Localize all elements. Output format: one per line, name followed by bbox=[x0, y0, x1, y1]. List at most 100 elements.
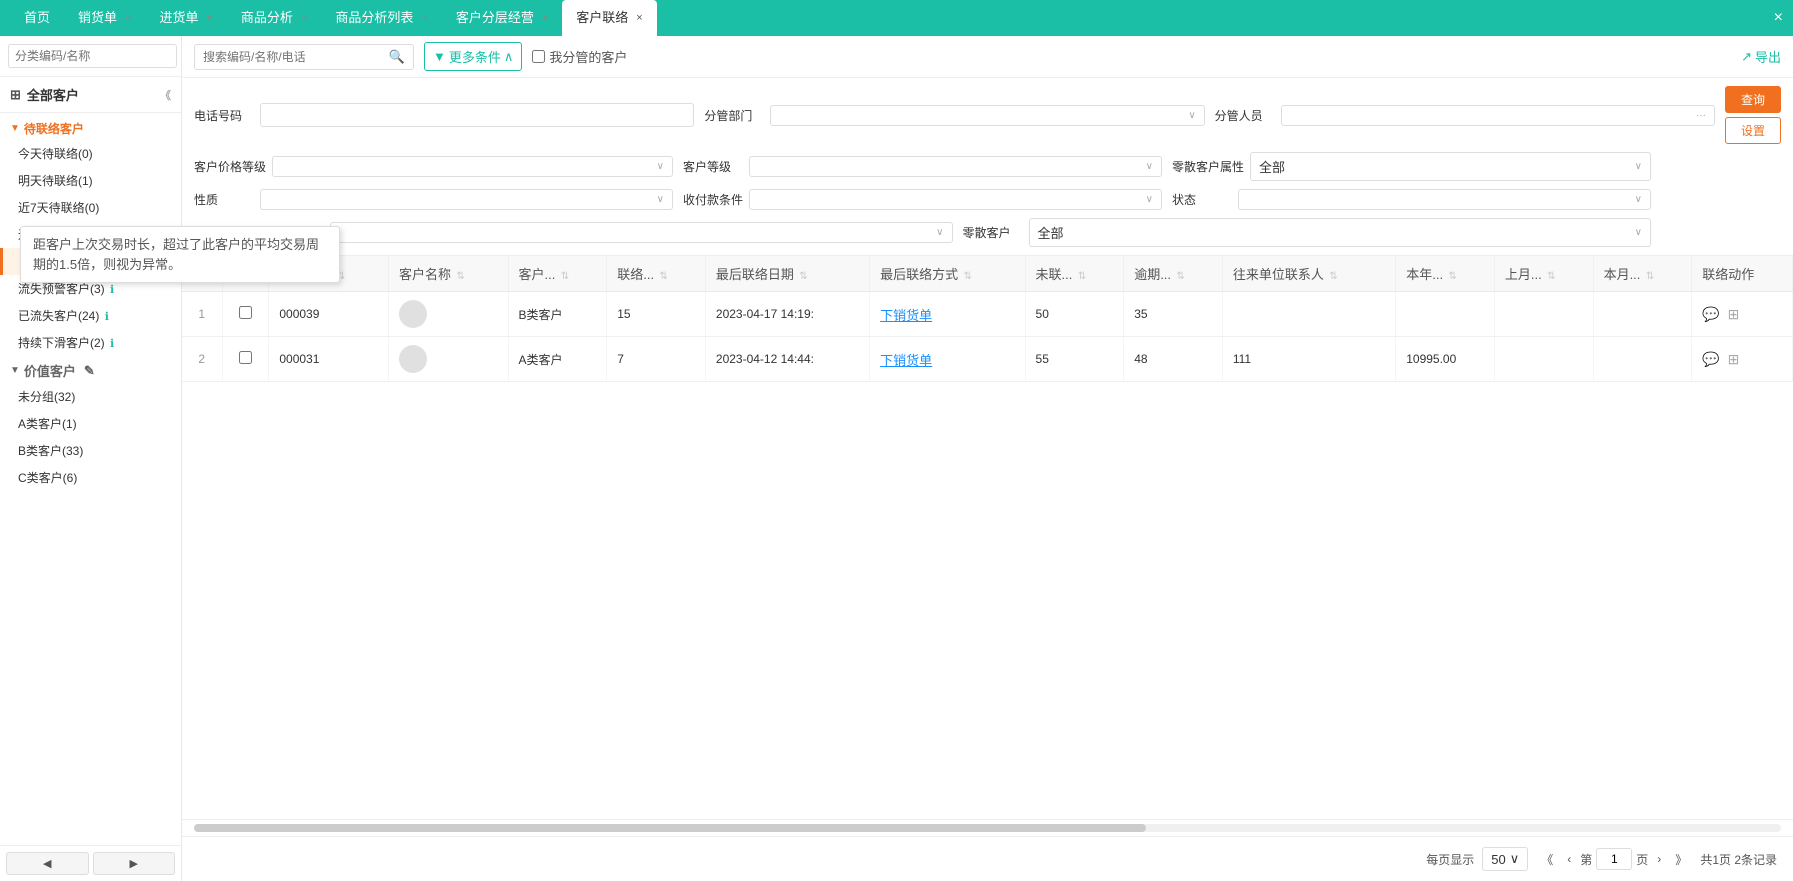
sidebar-item-ungrouped[interactable]: 未分组(32) bbox=[0, 383, 181, 410]
nav-tab-product-analysis-list[interactable]: 商品分析列表 × bbox=[321, 0, 441, 36]
last-page-button[interactable]: 》 bbox=[1670, 849, 1692, 870]
customer-type-cell: 客户类型 ∨ bbox=[264, 222, 953, 243]
prev-page-button[interactable]: ‹ bbox=[1562, 850, 1576, 868]
action-grid-icon-2[interactable]: ⊞ bbox=[1728, 351, 1740, 368]
price-level-select[interactable]: ∨ bbox=[272, 156, 673, 177]
th-action: 联络动作 bbox=[1692, 256, 1793, 292]
sidebar: 🔍 ⊞ 全部客户 《 待联络客户 今天待联络(0) 明天待联络(1) 近7天待联… bbox=[0, 36, 182, 881]
main-search-icon[interactable]: 🔍 bbox=[389, 49, 405, 65]
edit-value-group-icon[interactable]: ✎ bbox=[84, 363, 95, 379]
customer-type-select[interactable]: ∨ bbox=[330, 222, 953, 243]
sidebar-item-class-b[interactable]: B类客户(33) bbox=[0, 437, 181, 464]
close-customer-tier-icon[interactable]: × bbox=[542, 0, 548, 36]
nav-tab-product-analysis[interactable]: 商品分析 × bbox=[227, 0, 321, 36]
nav-tab-home[interactable]: 首页 bbox=[10, 0, 64, 36]
query-button[interactable]: 查询 bbox=[1725, 86, 1781, 113]
row-way-link-1[interactable]: 下销货单 bbox=[880, 308, 932, 323]
sidebar-right-btn[interactable]: ▶ bbox=[93, 852, 176, 875]
sort-level-icon[interactable]: ⇅ bbox=[561, 271, 569, 282]
sort-way-icon[interactable]: ⇅ bbox=[963, 271, 971, 282]
action-grid-icon-1[interactable]: ⊞ bbox=[1728, 306, 1740, 323]
scroll-thumb[interactable] bbox=[194, 824, 1146, 832]
th-contact-person: 往来单位联系人 ⇅ bbox=[1222, 256, 1395, 292]
gender-chevron-icon: ∨ bbox=[657, 194, 664, 205]
close-product-analysis-list-icon[interactable]: × bbox=[421, 0, 427, 36]
sidebar-item-tomorrow[interactable]: 明天待联络(1) bbox=[0, 167, 181, 194]
filter-actions: 查询 设置 bbox=[1725, 86, 1781, 144]
settings-button[interactable]: 设置 bbox=[1725, 117, 1781, 144]
th-last-month: 上月... ⇅ bbox=[1494, 256, 1593, 292]
sort-contact-icon[interactable]: ⇅ bbox=[659, 271, 667, 282]
filter-row-1: 电话号码 分管部门 ∨ 分管人员 ··· bbox=[194, 86, 1781, 144]
nav-tab-customer-contact[interactable]: 客户联络 × bbox=[562, 0, 656, 36]
action-chat-icon-1[interactable]: 💬 bbox=[1702, 306, 1719, 323]
nav-tab-customer-tier[interactable]: 客户分层经营 × bbox=[442, 0, 562, 36]
gender-cell: 性质 ∨ bbox=[194, 189, 673, 210]
sort-overdue-icon[interactable]: ⇅ bbox=[1176, 271, 1184, 282]
sort-this-month-icon[interactable]: ⇅ bbox=[1646, 271, 1654, 282]
sort-name-icon[interactable]: ⇅ bbox=[456, 271, 464, 282]
dept-filter-cell: 分管部门 ∨ bbox=[704, 105, 1204, 126]
my-customers-checkbox-label[interactable]: 我分管的客户 bbox=[532, 47, 627, 66]
sort-last-month-icon[interactable]: ⇅ bbox=[1547, 271, 1555, 282]
all-customers-header[interactable]: ⊞ 全部客户 《 bbox=[0, 77, 181, 113]
horizontal-scrollbar[interactable] bbox=[182, 819, 1793, 836]
avatar-2 bbox=[399, 345, 427, 373]
sort-date-icon[interactable]: ⇅ bbox=[799, 271, 807, 282]
category-search-input[interactable] bbox=[8, 44, 177, 68]
close-purchase-icon[interactable]: × bbox=[206, 0, 212, 36]
sidebar-item-class-c[interactable]: C类客户(6) bbox=[0, 464, 181, 491]
next-page-button[interactable]: › bbox=[1652, 850, 1666, 868]
dept-select[interactable]: ∨ bbox=[770, 105, 1204, 126]
customer-table: ⚙ 客户编码 ⇅ 客户名称 ⇅ bbox=[182, 256, 1793, 382]
sort-person-icon[interactable]: ⇅ bbox=[1329, 271, 1337, 282]
row-select-1[interactable] bbox=[239, 306, 252, 319]
sort-unreply-icon[interactable]: ⇅ bbox=[1078, 271, 1086, 282]
row-date-1: 2023-04-17 14:19: bbox=[705, 292, 869, 337]
sidebar-item-declining[interactable]: 持续下滑客户(2) ℹ bbox=[0, 329, 181, 356]
sidebar-item-churned[interactable]: 已流失客户(24) ℹ bbox=[0, 302, 181, 329]
export-button[interactable]: ↗ 导出 bbox=[1741, 47, 1781, 66]
person-select[interactable]: ··· bbox=[1281, 105, 1715, 126]
action-chat-icon-2[interactable]: 💬 bbox=[1702, 351, 1719, 368]
more-conditions-btn[interactable]: ▼ 更多条件 ∧ bbox=[424, 42, 522, 71]
first-page-button[interactable]: 《 bbox=[1536, 849, 1558, 870]
chevron-down-icon: ∧ bbox=[504, 49, 514, 65]
close-customer-contact-icon[interactable]: × bbox=[636, 0, 642, 36]
row-way-link-2[interactable]: 下销货单 bbox=[880, 353, 932, 368]
status-select[interactable]: ∨ bbox=[1238, 189, 1651, 210]
row-code-1: 000039 bbox=[269, 292, 389, 337]
retail-customer-select[interactable]: 全部 ∨ bbox=[1029, 218, 1652, 247]
sidebar-item-class-a[interactable]: A类客户(1) bbox=[0, 410, 181, 437]
main-search-input[interactable] bbox=[203, 50, 385, 64]
row-index-2: 2 bbox=[182, 337, 222, 382]
row-action-2: 💬 ⊞ bbox=[1692, 337, 1793, 382]
page-number-input[interactable] bbox=[1596, 848, 1632, 870]
phone-input[interactable] bbox=[260, 103, 694, 127]
sidebar-item-today[interactable]: 今天待联络(0) bbox=[0, 140, 181, 167]
row-select-2[interactable] bbox=[239, 351, 252, 364]
close-sales-icon[interactable]: × bbox=[125, 0, 131, 36]
close-product-analysis-icon[interactable]: × bbox=[301, 0, 307, 36]
customer-level-cell: 客户等级 ∨ bbox=[683, 156, 1162, 177]
table-row: 2 000031 A类客户 7 2023- bbox=[182, 337, 1793, 382]
row-last-month-1 bbox=[1494, 292, 1593, 337]
nav-tab-purchase[interactable]: 进货单 × bbox=[145, 0, 226, 36]
filter-row-4: ... 客户类型 ∨ 零散客户 全部 ∨ bbox=[194, 218, 1781, 247]
gender-select[interactable]: ∨ bbox=[260, 189, 673, 210]
my-customers-checkbox[interactable] bbox=[532, 50, 545, 63]
retail-attr-select[interactable]: 全部 ∨ bbox=[1250, 152, 1651, 181]
sidebar-left-btn[interactable]: ◀ bbox=[6, 852, 89, 875]
pending-contact-group: 待联络客户 bbox=[0, 113, 181, 140]
close-all-button[interactable]: × bbox=[1774, 9, 1783, 27]
row-person-2: 111 bbox=[1222, 337, 1395, 382]
customer-level-select[interactable]: ∨ bbox=[749, 156, 1162, 177]
page-size-select[interactable]: 50 ∨ bbox=[1482, 847, 1528, 871]
row-action-1: 💬 ⊞ bbox=[1692, 292, 1793, 337]
scroll-track[interactable] bbox=[194, 824, 1781, 832]
row-index-1: 1 bbox=[182, 292, 222, 337]
sidebar-item-7days[interactable]: 近7天待联络(0) bbox=[0, 194, 181, 221]
payment-select[interactable]: ∨ bbox=[749, 189, 1162, 210]
sort-year-icon[interactable]: ⇅ bbox=[1448, 271, 1456, 282]
nav-tab-sales[interactable]: 销货单 × bbox=[64, 0, 145, 36]
